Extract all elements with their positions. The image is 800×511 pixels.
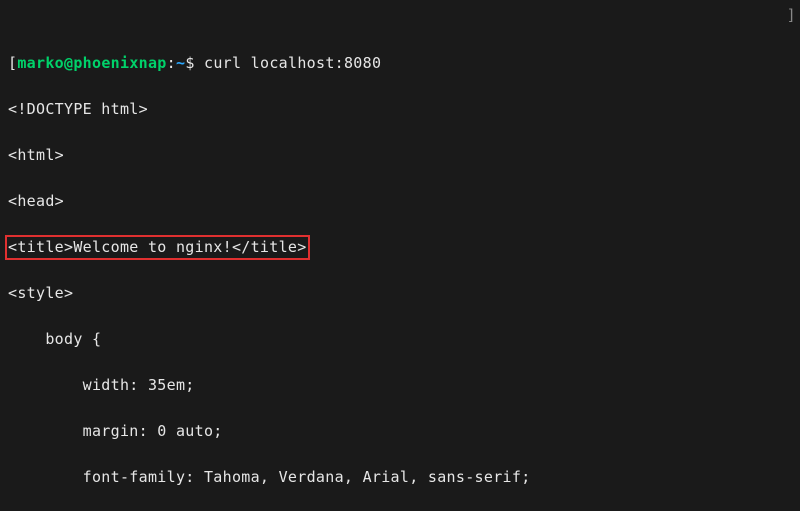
- output-line: <html>: [8, 144, 792, 167]
- output-line: <style>: [8, 282, 792, 305]
- scrollbar-mark: ]: [787, 4, 796, 27]
- cwd-path: ~: [176, 54, 185, 72]
- output-line: <!DOCTYPE html>: [8, 98, 792, 121]
- output-line: font-family: Tahoma, Verdana, Arial, san…: [8, 466, 792, 489]
- output-line: body {: [8, 328, 792, 351]
- user-host: marko@phoenixnap: [17, 54, 166, 72]
- output-line-highlighted: <title>Welcome to nginx!</title>: [8, 236, 792, 259]
- command-text: curl localhost:8080: [204, 54, 381, 72]
- colon: :: [167, 54, 176, 72]
- bracket-open: [: [8, 54, 17, 72]
- highlight-box: <title>Welcome to nginx!</title>: [6, 236, 309, 259]
- output-line: <head>: [8, 190, 792, 213]
- prompt-line-1: [marko@phoenixnap:~$ curl localhost:8080: [8, 52, 792, 75]
- prompt-dollar: $: [185, 54, 194, 72]
- terminal-window[interactable]: ] [marko@phoenixnap:~$ curl localhost:80…: [0, 0, 800, 511]
- output-line: width: 35em;: [8, 374, 792, 397]
- output-line: margin: 0 auto;: [8, 420, 792, 443]
